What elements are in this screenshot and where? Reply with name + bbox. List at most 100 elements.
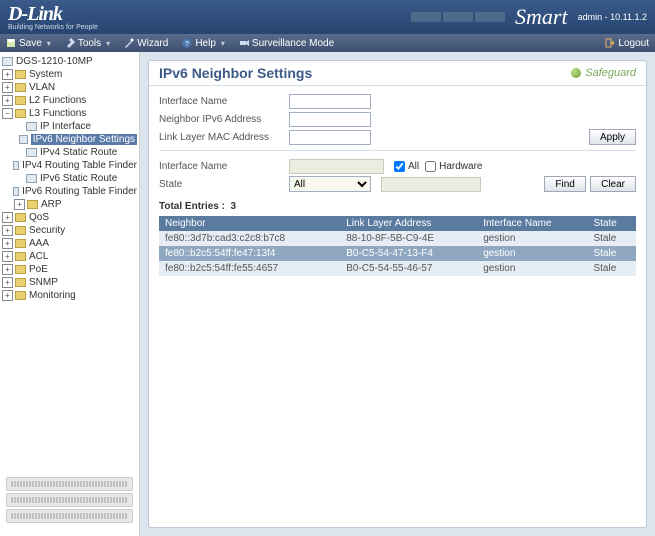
clear-button[interactable]: Clear: [590, 176, 636, 192]
table-cell: Stale: [587, 231, 636, 246]
tree-label: VLAN: [29, 82, 55, 93]
expand-icon[interactable]: +: [2, 290, 13, 301]
table-row[interactable]: fe80::b2c5:54ff:fe55:4657B0-C5-54-55-46-…: [159, 261, 636, 276]
logout-button[interactable]: Logout: [605, 38, 649, 49]
label-state: State: [159, 179, 289, 190]
select-state[interactable]: All: [289, 176, 371, 192]
readonly-interface-name: [289, 159, 384, 174]
chevron-down-icon: ▾: [47, 39, 51, 48]
tree-node[interactable]: + QoS: [2, 211, 137, 224]
expand-icon[interactable]: +: [2, 238, 13, 249]
help-label: Help: [195, 38, 216, 49]
tree-node[interactable]: IPv6 Routing Table Finder: [2, 185, 137, 198]
expand-icon[interactable]: +: [2, 225, 13, 236]
total-entries: Total Entries : 3: [159, 201, 636, 212]
page-icon: [19, 135, 27, 144]
input-link-layer-mac[interactable]: [289, 130, 371, 145]
tree-label: QoS: [29, 212, 49, 223]
tree-node[interactable]: +Monitoring: [2, 289, 137, 302]
col-state: State: [587, 216, 636, 231]
folder-icon: [15, 109, 26, 118]
expand-icon[interactable]: +: [2, 212, 13, 223]
table-cell: fe80::3d7b:cad3:c2c8:b7c8: [159, 231, 340, 246]
tree-node[interactable]: +Security: [2, 224, 137, 237]
tree-label: ACL: [29, 251, 48, 262]
tree-node[interactable]: + SNMP: [2, 276, 137, 289]
app-header: D-Link Building Networks for People Smar…: [0, 0, 655, 34]
table-cell: fe80::b2c5:54ff:fe55:4657: [159, 261, 340, 276]
table-row[interactable]: fe80::3d7b:cad3:c2c8:b7c888-10-8F-5B-C9-…: [159, 231, 636, 246]
expand-icon[interactable]: +: [2, 82, 13, 93]
find-button[interactable]: Find: [544, 176, 586, 192]
switch-graphic: [6, 509, 133, 523]
col-interface: Interface Name: [477, 216, 587, 231]
tree-node[interactable]: + L2 Functions: [2, 94, 137, 107]
tree-node[interactable]: +ARP: [2, 198, 137, 211]
safeguard-icon: [571, 68, 581, 78]
tree-label: SNMP: [29, 277, 58, 288]
expand-icon[interactable]: +: [2, 95, 13, 106]
folder-icon: [15, 278, 26, 287]
col-neighbor: Neighbor: [159, 216, 340, 231]
apply-button[interactable]: Apply: [589, 129, 636, 145]
checkbox-hardware[interactable]: [425, 161, 436, 172]
expand-icon[interactable]: −: [2, 108, 13, 119]
tree-node[interactable]: −L3 Functions: [2, 107, 137, 120]
help-icon: ?: [182, 38, 192, 48]
checkbox-hardware-wrap[interactable]: Hardware: [425, 161, 482, 172]
table-row[interactable]: fe80::b2c5:54ff:fe47:13f4B0-C5-54-47-13-…: [159, 246, 636, 261]
help-menu[interactable]: ? Help▾: [182, 38, 225, 49]
table-header-row: Neighbor Link Layer Address Interface Na…: [159, 216, 636, 231]
folder-icon: [15, 70, 26, 79]
checkbox-hardware-label: Hardware: [439, 161, 482, 172]
tools-menu[interactable]: Tools▾: [65, 38, 110, 49]
surveillance-button[interactable]: Surveillance Mode: [239, 38, 334, 49]
tree-label: L2 Functions: [29, 95, 86, 106]
col-link-layer: Link Layer Address: [340, 216, 477, 231]
logout-label: Logout: [618, 38, 649, 49]
safeguard-badge: Safeguard: [571, 67, 636, 79]
table-cell: B0-C5-54-47-13-F4: [340, 246, 477, 261]
save-menu[interactable]: Save▾: [6, 38, 51, 49]
tree-node[interactable]: IPv6 Neighbor Settings: [2, 133, 137, 146]
input-neighbor-ipv6[interactable]: [289, 112, 371, 127]
tree-label: IPv6 Neighbor Settings: [31, 134, 137, 145]
label-interface-name-2: Interface Name: [159, 161, 289, 172]
tree-node[interactable]: IPv4 Routing Table Finder: [2, 159, 137, 172]
tree-label: IPv6 Routing Table Finder: [22, 186, 137, 197]
tree-node[interactable]: + AAA: [2, 237, 137, 250]
main-content: IPv6 Neighbor Settings Safeguard Interfa…: [140, 52, 655, 536]
tree-label: IPv4 Static Route: [40, 147, 117, 158]
expand-icon[interactable]: +: [2, 264, 13, 275]
toolbar: Save▾ Tools▾ Wizard ? Help▾ Surveillance…: [0, 34, 655, 52]
page-icon: [13, 187, 19, 196]
tree-node[interactable]: +System: [2, 68, 137, 81]
logo: D-Link Building Networks for People: [8, 4, 98, 31]
expand-icon[interactable]: +: [2, 69, 13, 80]
tree-node[interactable]: +PoE: [2, 263, 137, 276]
expand-icon[interactable]: +: [2, 277, 13, 288]
tree-node[interactable]: + ACL: [2, 250, 137, 263]
expand-icon[interactable]: +: [14, 199, 25, 210]
nav-tree: DGS-1210-10MP +System+VLAN+L2 Functions−…: [2, 55, 137, 471]
tree-node[interactable]: IP Interface: [2, 120, 137, 133]
expand-icon[interactable]: +: [2, 251, 13, 262]
tree-node[interactable]: IPv6 Static Route: [2, 172, 137, 185]
tree-node[interactable]: IPv4 Static Route: [2, 146, 137, 159]
table-cell: Stale: [587, 246, 636, 261]
safeguard-label: Safeguard: [585, 67, 636, 79]
label-neighbor-ipv6: Neighbor IPv6 Address: [159, 114, 289, 125]
checkbox-all[interactable]: [394, 161, 405, 172]
tree-label: AAA: [29, 238, 49, 249]
tree-label: IPv4 Routing Table Finder: [22, 160, 137, 171]
wizard-button[interactable]: Wizard: [124, 38, 168, 49]
logo-text: D-Link: [8, 4, 98, 24]
input-interface-name[interactable]: [289, 94, 371, 109]
page-title: IPv6 Neighbor Settings: [159, 65, 312, 81]
tree-device[interactable]: DGS-1210-10MP: [2, 55, 137, 68]
tree-node[interactable]: + VLAN: [2, 81, 137, 94]
checkbox-all-wrap[interactable]: All: [394, 161, 419, 172]
sidebar: DGS-1210-10MP +System+VLAN+L2 Functions−…: [0, 52, 140, 536]
chevron-down-icon: ▾: [106, 39, 110, 48]
save-icon: [6, 38, 16, 48]
